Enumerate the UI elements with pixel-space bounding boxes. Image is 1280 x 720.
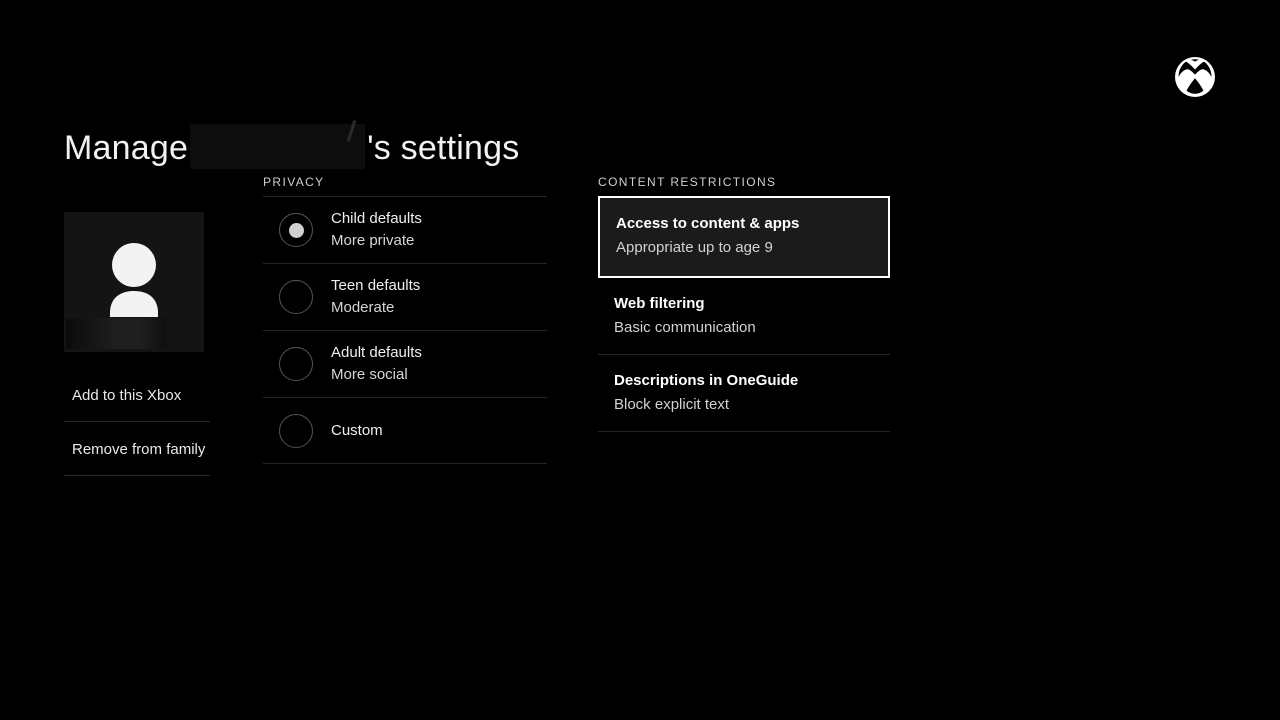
- content-restriction-title: Web filtering: [614, 295, 705, 312]
- privacy-option-adult-defaults[interactable]: Adult defaults More social: [263, 330, 547, 397]
- page-title-prefix: Manage: [64, 129, 189, 167]
- redacted-avatar-label: [66, 318, 167, 349]
- privacy-option-title: Teen defaults: [331, 277, 421, 294]
- content-restriction-subtitle: Basic communication: [614, 319, 756, 336]
- radio-button[interactable]: [279, 280, 313, 314]
- privacy-option-teen-defaults[interactable]: Teen defaults Moderate: [263, 263, 547, 330]
- privacy-option-text: Teen defaults Moderate: [331, 275, 420, 319]
- radio-dot-icon: [288, 222, 304, 238]
- avatar: [64, 212, 204, 352]
- privacy-section-header: PRIVACY: [263, 175, 325, 189]
- privacy-option-subtitle: More private: [331, 232, 415, 249]
- privacy-option-text: Custom: [331, 421, 383, 441]
- content-restriction-title: Access to content & apps: [616, 215, 800, 232]
- content-restriction-web-filtering[interactable]: Web filtering Basic communication: [598, 278, 890, 355]
- xbox-logo-icon: [1175, 57, 1215, 97]
- radio-button[interactable]: [279, 413, 313, 448]
- radio-button-selected[interactable]: [279, 213, 313, 247]
- privacy-option-subtitle: Moderate: [331, 299, 395, 316]
- privacy-option-title: Custom: [331, 421, 383, 439]
- privacy-option-title: Adult defaults: [331, 344, 422, 361]
- page-title: Manage 's settings: [64, 124, 520, 171]
- content-restrictions-list: Access to content & apps Appropriate up …: [598, 196, 890, 432]
- content-restrictions-section-header: CONTENT RESTRICTIONS: [598, 175, 777, 189]
- privacy-option-title: Child defaults: [331, 210, 422, 227]
- content-restriction-subtitle: Appropriate up to age 9: [616, 239, 773, 256]
- sidebar: Add to this Xbox Remove from family: [64, 212, 214, 476]
- radio-button[interactable]: [279, 347, 313, 381]
- xbox-settings-screen: Manage 's settings Add to this Xbox Remo…: [0, 0, 1280, 720]
- sidebar-item-label: Remove from family: [72, 441, 206, 458]
- page-title-suffix: 's settings: [367, 129, 520, 167]
- privacy-option-subtitle: More social: [331, 366, 408, 383]
- sidebar-item-label: Add to this Xbox: [72, 387, 182, 404]
- sidebar-actions: Add to this Xbox Remove from family: [64, 378, 214, 476]
- sidebar-item-remove-from-family[interactable]: Remove from family: [64, 422, 210, 476]
- content-restriction-access-to-content-and-apps[interactable]: Access to content & apps Appropriate up …: [598, 196, 890, 278]
- privacy-option-child-defaults[interactable]: Child defaults More private: [263, 196, 547, 263]
- privacy-options-list: Child defaults More private Teen default…: [263, 196, 547, 464]
- content-restriction-subtitle: Block explicit text: [614, 396, 730, 413]
- content-restriction-descriptions-in-oneguide[interactable]: Descriptions in OneGuide Block explicit …: [598, 355, 890, 432]
- privacy-option-text: Adult defaults More social: [331, 342, 422, 386]
- sidebar-item-add-to-this-xbox[interactable]: Add to this Xbox: [64, 378, 210, 422]
- privacy-option-text: Child defaults More private: [331, 208, 422, 252]
- redacted-gamertag: [190, 124, 366, 169]
- content-restriction-title: Descriptions in OneGuide: [614, 372, 799, 389]
- privacy-option-custom[interactable]: Custom: [263, 397, 547, 464]
